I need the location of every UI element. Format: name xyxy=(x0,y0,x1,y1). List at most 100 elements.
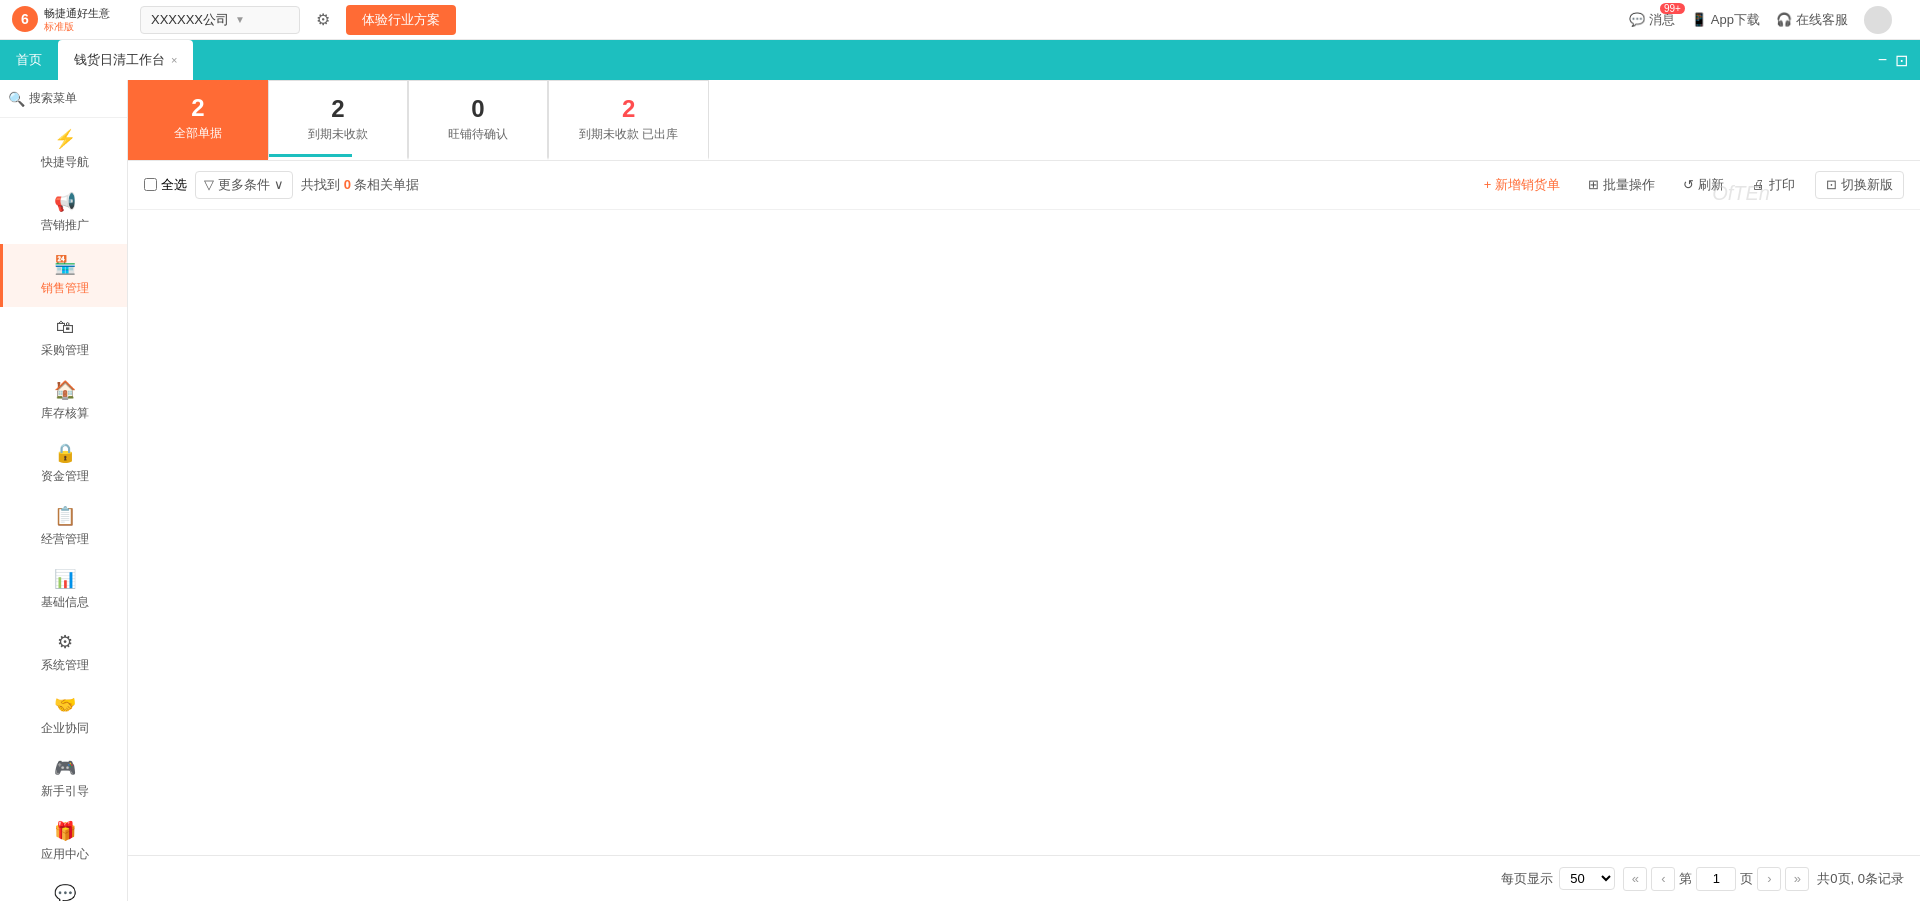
toolbar-right: + 新增销货单 ⊞ 批量操作 ↺ 刷新 🖨 打印 ⊡ 切换新版 xyxy=(1476,171,1904,199)
sidebar-item-label: 营销推广 xyxy=(41,217,89,234)
phone-icon: 📱 xyxy=(1691,12,1707,27)
sidebar-item-finance[interactable]: 🔒 资金管理 xyxy=(0,432,127,495)
search-icon: 🔍 xyxy=(8,91,25,107)
last-page-icon: » xyxy=(1794,871,1801,886)
sidebar-item-operation[interactable]: 📋 经营管理 xyxy=(0,495,127,558)
sidebar-item-enterprise[interactable]: 🤝 企业协同 xyxy=(0,684,127,747)
app-download-item[interactable]: 📱 App下载 xyxy=(1691,11,1760,29)
quick-nav-icon: ⚡ xyxy=(54,128,76,150)
tab-work[interactable]: 钱货日清工作台 × xyxy=(58,40,193,80)
card-all-label: 全部单据 xyxy=(174,125,222,142)
message-item[interactable]: 💬 消息 99+ xyxy=(1629,11,1675,29)
page-input[interactable] xyxy=(1696,867,1736,891)
tab-nav: 首页 钱货日清工作台 × − ⊡ xyxy=(0,40,1920,80)
next-page-icon: › xyxy=(1767,871,1771,886)
batch-button[interactable]: ⊞ 批量操作 xyxy=(1580,172,1663,198)
batch-icon: ⊞ xyxy=(1588,177,1599,192)
switch-label: 切换新版 xyxy=(1841,176,1893,194)
select-all-input[interactable] xyxy=(144,178,157,191)
sidebar-item-label: 新手引导 xyxy=(41,783,89,800)
sidebar-item-purchase[interactable]: 🛍 采购管理 xyxy=(0,307,127,369)
sidebar-item-label: 企业协同 xyxy=(41,720,89,737)
card-pending-label: 旺铺待确认 xyxy=(448,126,508,143)
logo-title: 畅捷通好生意 xyxy=(44,6,110,20)
sidebar-item-sales[interactable]: 🏪 销售管理 xyxy=(0,244,127,307)
filter-label: 更多条件 xyxy=(218,176,270,194)
found-count: 0 xyxy=(344,177,351,192)
card-pending[interactable]: 0 旺铺待确认 xyxy=(408,80,548,160)
app-download-label: App下载 xyxy=(1711,11,1760,29)
card-overdue-out[interactable]: 2 到期未收款 已出库 xyxy=(548,80,709,160)
found-prefix: 共找到 xyxy=(301,177,340,192)
found-suffix: 条相关单据 xyxy=(354,177,419,192)
company-selector[interactable]: XXXXXX公司 ▼ xyxy=(140,6,300,34)
refresh-label: 刷新 xyxy=(1698,176,1724,194)
select-all-checkbox[interactable]: 全选 xyxy=(144,176,187,194)
avatar[interactable] xyxy=(1864,6,1892,34)
summary-cards: 2 全部单据 2 到期未收款 0 旺铺待确认 2 到期未收款 已出库 xyxy=(128,80,1920,161)
close-tab-icon[interactable]: × xyxy=(171,54,177,66)
sidebar-item-label: 采购管理 xyxy=(41,342,89,359)
filter-button[interactable]: ▽ 更多条件 ∨ xyxy=(195,171,293,199)
operation-icon: 📋 xyxy=(54,505,76,527)
tab-home[interactable]: 首页 xyxy=(0,40,58,80)
search-label: 搜索菜单 xyxy=(29,90,77,107)
last-page-button[interactable]: » xyxy=(1785,867,1809,891)
sidebar-item-quick-nav[interactable]: ⚡ 快捷导航 xyxy=(0,118,127,181)
online-service-label: 在线客服 xyxy=(1796,11,1848,29)
progress-bar xyxy=(269,154,407,157)
sidebar-item-label: 经营管理 xyxy=(41,531,89,548)
top-bar: 6 畅捷通好生意 标准版 XXXXXX公司 ▼ ⚙ 体验行业方案 💬 消息 99… xyxy=(0,0,1920,40)
next-page-button[interactable]: › xyxy=(1757,867,1781,891)
sidebar-item-basic[interactable]: 📊 基础信息 xyxy=(0,558,127,621)
sidebar-item-guide[interactable]: 🎮 新手引导 xyxy=(0,747,127,810)
sidebar-item-label: 基础信息 xyxy=(41,594,89,611)
refresh-button[interactable]: ↺ 刷新 xyxy=(1675,172,1732,198)
online-service-item[interactable]: 🎧 在线客服 xyxy=(1776,11,1848,29)
page-nav: « ‹ 第 页 › » xyxy=(1623,867,1809,891)
settings-icon[interactable]: ⚙ xyxy=(308,5,338,35)
sidebar-item-appstore[interactable]: 🎁 应用中心 xyxy=(0,810,127,873)
toolbar: 全选 ▽ 更多条件 ∨ 共找到 0 条相关单据 + 新增销货单 ⊞ xyxy=(128,161,1920,210)
batch-label: 批量操作 xyxy=(1603,176,1655,194)
message-icon: 💬 xyxy=(1629,12,1645,27)
found-text: 共找到 0 条相关单据 xyxy=(301,176,419,194)
sidebar-item-inventory[interactable]: 🏠 库存核算 xyxy=(0,369,127,432)
marketing-icon: 📢 xyxy=(54,191,76,213)
print-label: 打印 xyxy=(1769,176,1795,194)
first-page-icon: « xyxy=(1632,871,1639,886)
finance-icon: 🔒 xyxy=(54,442,76,464)
tab-work-label: 钱货日清工作台 xyxy=(74,51,165,69)
refresh-icon: ↺ xyxy=(1683,177,1694,192)
trial-button[interactable]: 体验行业方案 xyxy=(346,5,456,35)
sidebar-item-wechat[interactable]: 💬 企业微信 xyxy=(0,873,127,901)
switch-icon: ⊡ xyxy=(1826,177,1837,192)
minimize-icon[interactable]: − xyxy=(1878,51,1887,69)
card-all-num: 2 xyxy=(191,94,204,123)
sidebar-item-label: 库存核算 xyxy=(41,405,89,422)
pagination: 每页显示 50 20 100 « ‹ 第 页 › xyxy=(128,855,1920,901)
sidebar-item-marketing[interactable]: 📢 营销推广 xyxy=(0,181,127,244)
print-icon: 🖨 xyxy=(1752,177,1765,192)
sidebar-item-system[interactable]: ⚙ 系统管理 xyxy=(0,621,127,684)
add-sales-button[interactable]: + 新增销货单 xyxy=(1476,172,1568,198)
company-name: XXXXXX公司 xyxy=(151,11,229,29)
toolbar-left: 全选 ▽ 更多条件 ∨ 共找到 0 条相关单据 xyxy=(144,171,1464,199)
per-page: 每页显示 50 20 100 xyxy=(1501,867,1615,890)
card-overdue-num: 2 xyxy=(331,95,344,124)
first-page-button[interactable]: « xyxy=(1623,867,1647,891)
card-overdue[interactable]: 2 到期未收款 xyxy=(268,80,408,160)
prev-page-button[interactable]: ‹ xyxy=(1651,867,1675,891)
print-button[interactable]: 🖨 打印 xyxy=(1744,172,1803,198)
sidebar-item-label: 系统管理 xyxy=(41,657,89,674)
select-all-label: 全选 xyxy=(161,176,187,194)
system-icon: ⚙ xyxy=(57,631,73,653)
wechat-icon: 💬 xyxy=(54,883,76,901)
main-content: 2 全部单据 2 到期未收款 0 旺铺待确认 2 到期未收款 已出库 xyxy=(128,80,1920,901)
switch-version-button[interactable]: ⊡ 切换新版 xyxy=(1815,171,1904,199)
sidebar-search[interactable]: 🔍 搜索菜单 xyxy=(0,80,127,118)
card-all[interactable]: 2 全部单据 xyxy=(128,80,268,160)
per-page-select[interactable]: 50 20 100 xyxy=(1559,867,1615,890)
restore-icon[interactable]: ⊡ xyxy=(1895,51,1908,70)
dropdown-arrow-icon: ▼ xyxy=(235,14,245,25)
